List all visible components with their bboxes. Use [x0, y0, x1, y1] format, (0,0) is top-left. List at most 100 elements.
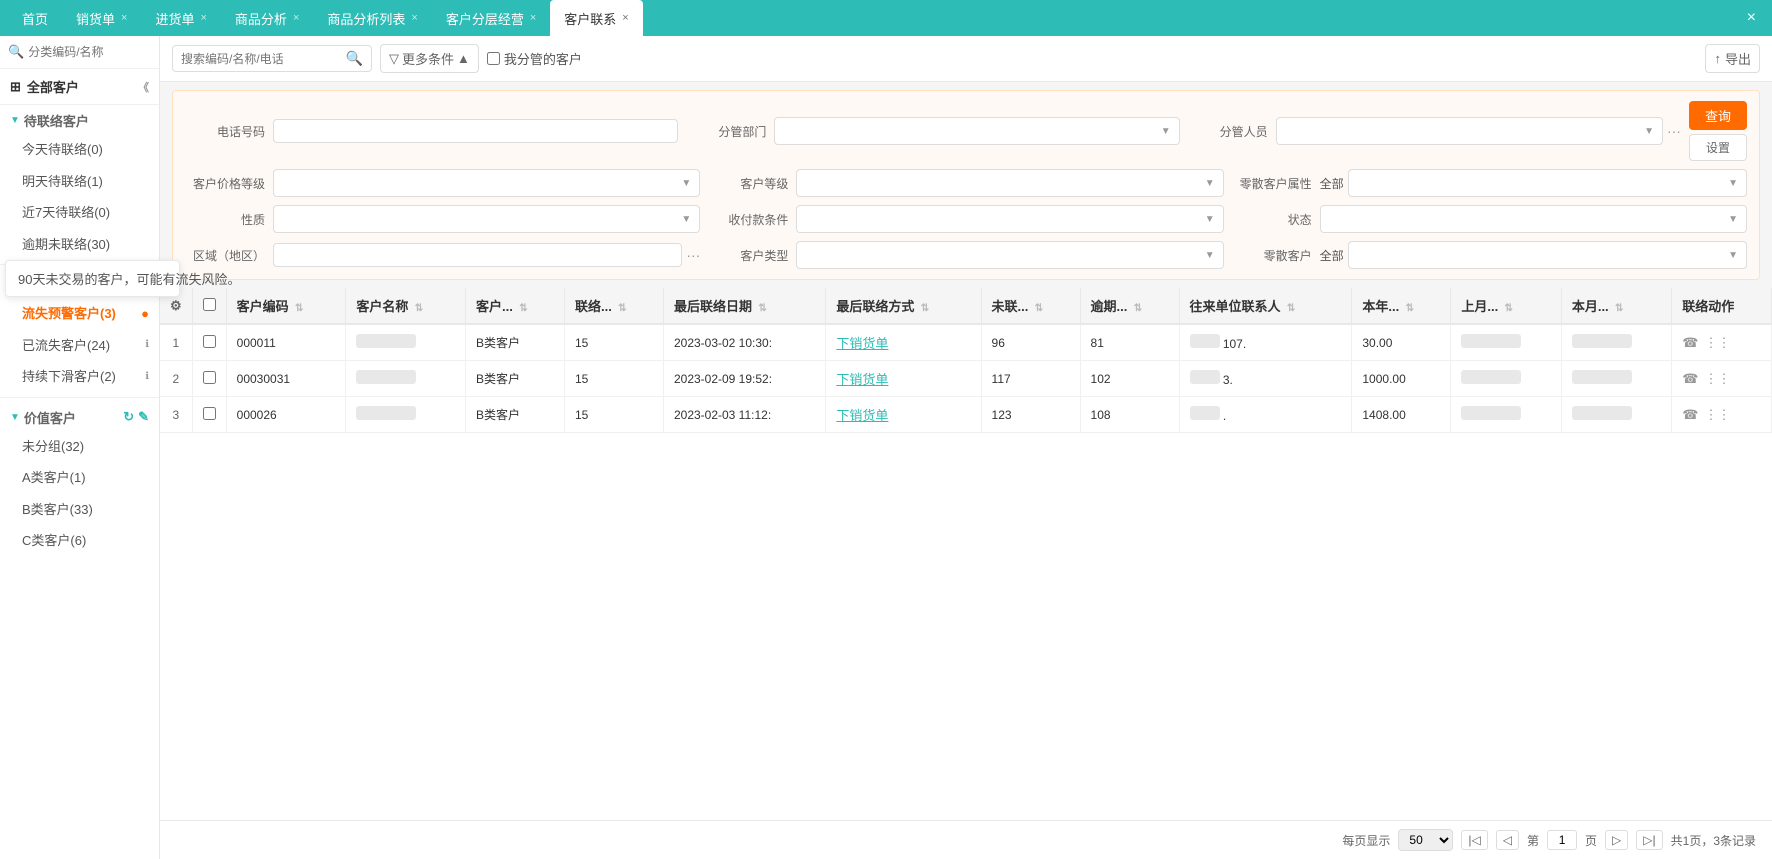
grade-select[interactable]: ▼ — [796, 169, 1223, 197]
td-checkbox-1[interactable] — [192, 361, 226, 397]
phone-input[interactable] — [273, 119, 678, 143]
tab-customer-tier[interactable]: 客户分层经营 × — [432, 0, 550, 36]
page-input[interactable] — [1547, 830, 1577, 850]
sidebar-collapse-btn[interactable]: 《 — [138, 79, 149, 95]
price-grade-select[interactable]: ▼ — [273, 169, 700, 197]
last-type-sort-icon[interactable]: ⇅ — [921, 303, 929, 314]
filter-search-button[interactable]: 🔍 — [346, 50, 363, 67]
action-more-icon-0[interactable]: ⋮⋮ — [1705, 335, 1731, 351]
action-more-icon-2[interactable]: ⋮⋮ — [1705, 407, 1731, 423]
tab-sales-close[interactable]: × — [121, 12, 127, 24]
customer-type-select[interactable]: ▼ — [796, 241, 1223, 269]
tab-sales[interactable]: 销货单 × — [62, 0, 141, 36]
td-checkbox-0[interactable] — [192, 324, 226, 361]
action-contact-icon-1[interactable]: ☎ — [1682, 371, 1698, 387]
th-name[interactable]: 客户名称 ⇅ — [346, 288, 466, 324]
filter-search-input[interactable] — [181, 52, 346, 66]
th-code[interactable]: 客户编码 ⇅ — [226, 288, 346, 324]
first-page-btn[interactable]: |◁ — [1461, 830, 1487, 850]
th-this-month[interactable]: 本月... ⇅ — [1561, 288, 1671, 324]
last-month-sort-icon[interactable]: ⇅ — [1505, 303, 1513, 314]
td-last-type-1[interactable]: 下销货单 — [826, 361, 981, 397]
th-overdue[interactable]: 逾期... ⇅ — [1080, 288, 1179, 324]
action-more-icon-1[interactable]: ⋮⋮ — [1705, 371, 1731, 387]
td-last-type-0[interactable]: 下销货单 — [826, 324, 981, 361]
sidebar-item-churn-warning[interactable]: 流失预警客户(3) ● — [0, 298, 159, 329]
th-last-contact-type[interactable]: 最后联络方式 ⇅ — [826, 288, 981, 324]
sidebar-item-ungrouped[interactable]: 未分组(32) — [0, 431, 159, 463]
name-sort-icon[interactable]: ⇅ — [415, 303, 423, 314]
sidebar-item-week-pending[interactable]: 近7天待联络(0) — [0, 197, 159, 229]
uncontacted-sort-icon[interactable]: ⇅ — [1035, 303, 1043, 314]
sidebar-all-customers-header[interactable]: ⊞ 全部客户 《 — [0, 69, 159, 105]
export-button[interactable]: ↑ 导出 — [1705, 44, 1760, 73]
action-contact-icon-0[interactable]: ☎ — [1682, 335, 1698, 351]
value-edit-icon[interactable]: ✎ — [138, 409, 149, 425]
th-contact-count[interactable]: 联络... ⇅ — [564, 288, 663, 324]
sidebar-pending-section[interactable]: ▼ 待联络客户 — [0, 105, 159, 134]
td-last-type-2[interactable]: 下销货单 — [826, 397, 981, 433]
tab-purchase[interactable]: 进货单 × — [141, 0, 220, 36]
th-checkbox[interactable] — [192, 288, 226, 324]
sidebar-value-section[interactable]: ▼ 价值客户 ↻ ✎ — [0, 402, 159, 431]
th-this-year[interactable]: 本年... ⇅ — [1352, 288, 1451, 324]
region-dots-icon[interactable]: ··· — [686, 247, 700, 263]
th-last-month[interactable]: 上月... ⇅ — [1451, 288, 1561, 324]
th-uncontacted[interactable]: 未联... ⇅ — [981, 288, 1080, 324]
my-customers-checkbox-label[interactable]: 我分管的客户 — [487, 49, 582, 68]
per-page-select[interactable]: 50 100 — [1398, 829, 1453, 851]
tab-customer-tier-close[interactable]: × — [530, 12, 536, 24]
status-select[interactable]: ▼ — [1320, 205, 1747, 233]
gender-select[interactable]: ▼ — [273, 205, 700, 233]
tab-bar-close-all[interactable]: × — [1739, 9, 1764, 27]
th-contact-person[interactable]: 往来单位联系人 ⇅ — [1179, 288, 1352, 324]
next-page-btn[interactable]: ▷ — [1605, 830, 1628, 850]
th-type[interactable]: 客户... ⇅ — [466, 288, 565, 324]
dept-select[interactable]: ▼ — [774, 117, 1179, 145]
sidebar-item-churned[interactable]: 已流失客户(24) ℹ — [0, 330, 159, 361]
zero-attr-select[interactable]: ▼ — [1348, 169, 1747, 197]
sidebar-item-b-class[interactable]: B类客户(33) — [0, 494, 159, 526]
tab-customer-contact[interactable]: 客户联系 × — [550, 0, 642, 36]
sidebar-item-declining[interactable]: 持续下滑客户(2) ℹ — [0, 361, 159, 392]
tab-analysis-list[interactable]: 商品分析列表 × — [313, 0, 431, 36]
type-sort-icon[interactable]: ⇅ — [519, 303, 527, 314]
tab-purchase-close[interactable]: × — [200, 12, 206, 24]
manager-dots-icon[interactable]: ··· — [1667, 123, 1681, 139]
sidebar-item-a-class[interactable]: A类客户(1) — [0, 462, 159, 494]
tab-analysis[interactable]: 商品分析 × — [221, 0, 313, 36]
sidebar-search-input[interactable] — [28, 45, 151, 59]
churned-info-icon[interactable]: ℹ — [145, 336, 149, 354]
overdue-sort-icon[interactable]: ⇅ — [1134, 303, 1142, 314]
payment-select[interactable]: ▼ — [796, 205, 1223, 233]
sidebar-item-today-pending[interactable]: 今天待联络(0) — [0, 134, 159, 166]
region-input[interactable] — [273, 243, 682, 267]
sidebar-item-overdue-pending[interactable]: 逾期未联络(30) — [0, 229, 159, 261]
this-month-sort-icon[interactable]: ⇅ — [1615, 303, 1623, 314]
manager-select[interactable]: ▼ — [1276, 117, 1663, 145]
code-sort-icon[interactable]: ⇅ — [295, 303, 303, 314]
last-page-btn[interactable]: ▷| — [1636, 830, 1662, 850]
prev-page-btn[interactable]: ◁ — [1496, 830, 1519, 850]
select-all-checkbox[interactable] — [203, 298, 216, 311]
value-refresh-icon[interactable]: ↻ — [123, 409, 134, 425]
my-customers-checkbox[interactable] — [487, 52, 500, 65]
declining-info-icon[interactable]: ℹ — [145, 368, 149, 386]
th-last-contact-date[interactable]: 最后联络日期 ⇅ — [663, 288, 825, 324]
tab-analysis-close[interactable]: × — [293, 12, 299, 24]
contact-count-sort-icon[interactable]: ⇅ — [618, 303, 626, 314]
tab-analysis-list-close[interactable]: × — [411, 12, 417, 24]
tab-customer-contact-close[interactable]: × — [622, 12, 628, 24]
sidebar-item-tomorrow-pending[interactable]: 明天待联络(1) — [0, 166, 159, 198]
contact-person-sort-icon[interactable]: ⇅ — [1287, 303, 1295, 314]
action-contact-icon-2[interactable]: ☎ — [1682, 407, 1698, 423]
settings-gear-icon[interactable]: ⚙ — [170, 298, 182, 313]
settings-button[interactable]: 设置 — [1689, 134, 1747, 161]
query-button[interactable]: 查询 — [1689, 101, 1747, 130]
last-date-sort-icon[interactable]: ⇅ — [758, 303, 766, 314]
zero-customer-select[interactable]: ▼ — [1348, 241, 1747, 269]
tab-home[interactable]: 首页 — [8, 0, 62, 36]
this-year-sort-icon[interactable]: ⇅ — [1406, 303, 1414, 314]
filter-more-conditions-btn[interactable]: ▽ 更多条件 ▲ — [380, 44, 479, 73]
sidebar-item-c-class[interactable]: C类客户(6) — [0, 525, 159, 557]
